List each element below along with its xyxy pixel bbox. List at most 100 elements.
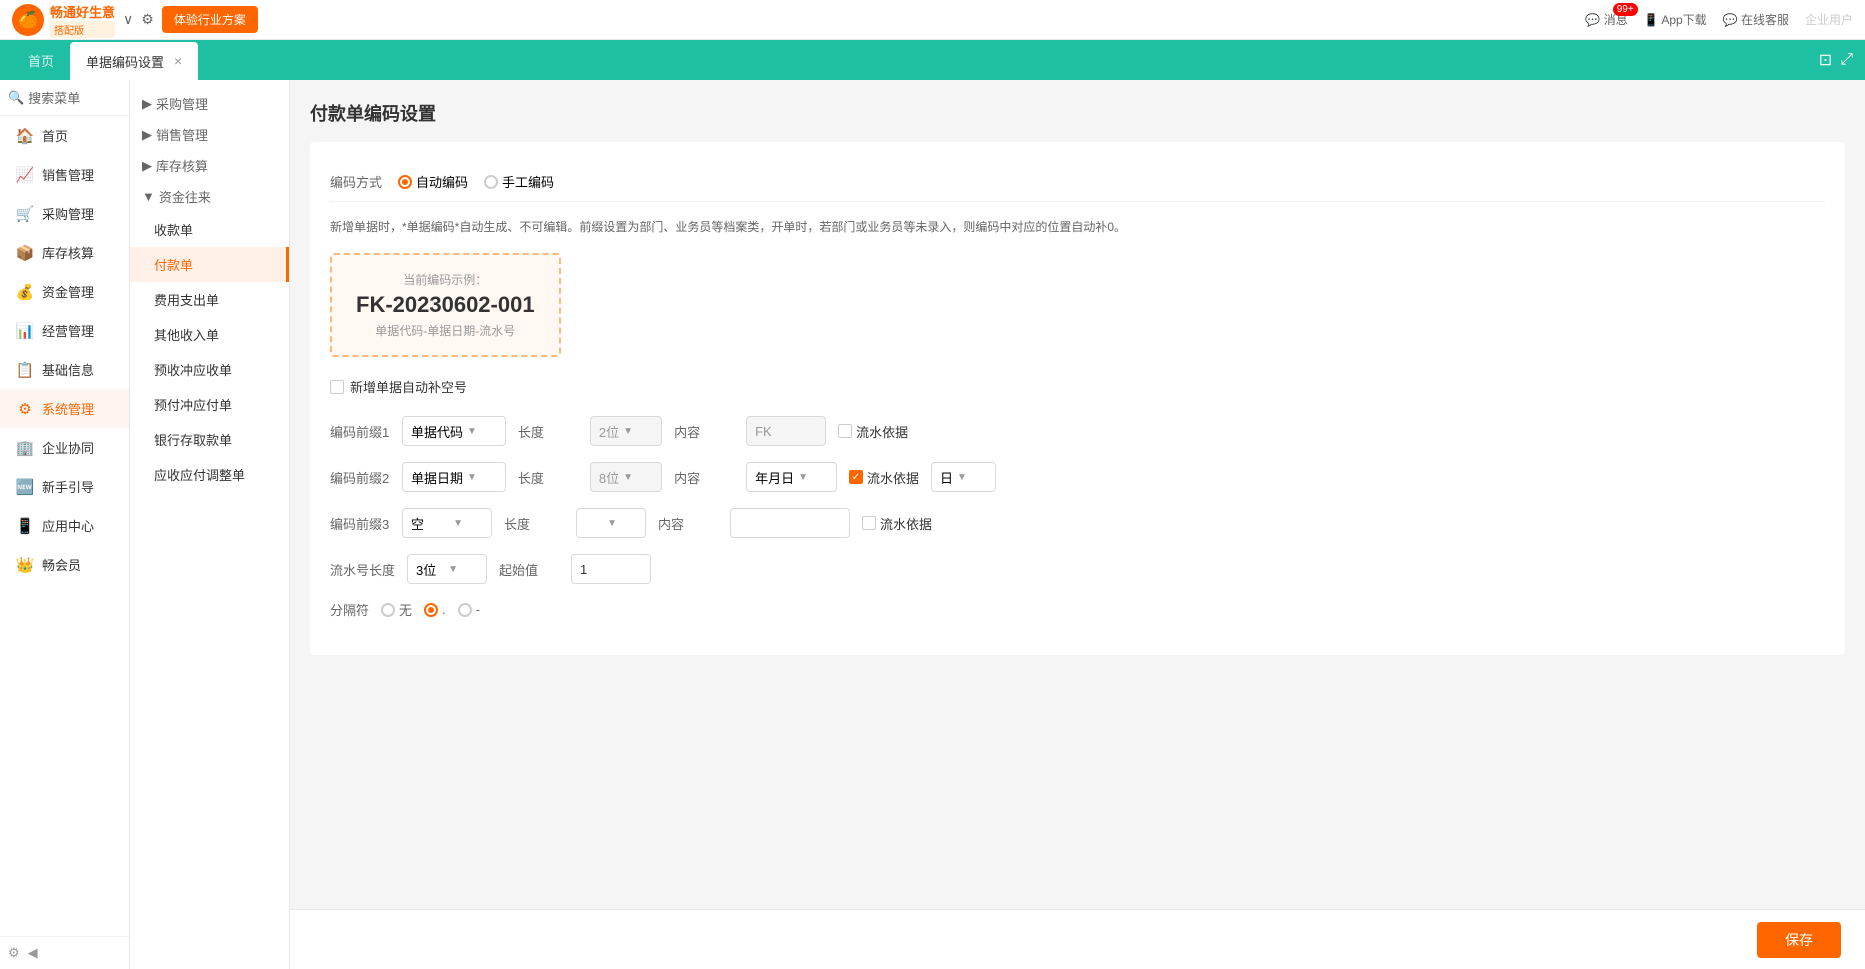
- second-sidebar-item-prepay-receive[interactable]: 预收冲应收单: [130, 352, 289, 387]
- sidebar-collapse-icon[interactable]: ◀: [28, 945, 38, 961]
- top-bar-left: 🍊 畅通好生意 搭配版 ∨ ⚙ 体验行业方案: [12, 2, 258, 38]
- sep-none-option[interactable]: 无: [381, 600, 412, 619]
- tab-expand-button[interactable]: ⤢: [1840, 51, 1853, 69]
- user-info[interactable]: 企业用户: [1805, 11, 1853, 28]
- tab-shrink-button[interactable]: ⊡: [1819, 50, 1832, 70]
- online-service[interactable]: 💬 在线客服: [1723, 11, 1789, 28]
- serial2-checkbox[interactable]: ✓: [849, 470, 863, 484]
- basics-icon: 📋: [16, 361, 34, 379]
- sidebar-item-enterprise-label: 企业协同: [42, 438, 94, 457]
- second-sidebar-group-purchase[interactable]: ▶ 采购管理: [130, 88, 289, 119]
- second-sidebar-item-other-income[interactable]: 其他收入单: [130, 317, 289, 352]
- sidebar-search[interactable]: 🔍 搜索菜单: [0, 80, 129, 116]
- length1-select[interactable]: 2位 ▼: [590, 416, 662, 446]
- radio-manual-dot: [484, 175, 498, 189]
- chevron-down-icon-finance: ▼: [142, 189, 155, 204]
- serial3-check-label[interactable]: 流水依据: [862, 514, 932, 533]
- sidebar-item-inventory-label: 库存核算: [42, 243, 94, 262]
- sidebar-item-home[interactable]: 🏠 首页: [0, 116, 129, 155]
- serial-length-arrow: ▼: [448, 564, 458, 575]
- chevron-right-icon-inv: ▶: [142, 158, 152, 174]
- content1-input: [746, 416, 826, 446]
- period-arrow: ▼: [957, 472, 967, 483]
- second-sidebar-group-finance[interactable]: ▼ 资金往来: [130, 181, 289, 212]
- top-bar-right: 💬 消息 99+ 📱 App下载 💬 在线客服 企业用户: [1585, 11, 1853, 28]
- save-button[interactable]: 保存: [1757, 922, 1841, 958]
- serial3-checkbox[interactable]: [862, 516, 876, 530]
- length3-select[interactable]: ▼: [576, 508, 646, 538]
- tab-home[interactable]: 首页: [12, 40, 70, 80]
- second-sidebar-group-inventory[interactable]: ▶ 库存核算: [130, 150, 289, 181]
- radio-group-encoding: 自动编码 手工编码: [398, 172, 554, 191]
- sep-dot-dot: [424, 603, 438, 617]
- content2-label: 内容: [674, 468, 734, 487]
- tab-encoding-settings[interactable]: 单据编码设置 ×: [70, 42, 198, 80]
- message-badge: 99+: [1613, 3, 1638, 16]
- info-text: 新增单据时，*单据编码*自动生成、不可编辑。前缀设置为部门、业务员等档案类，开单…: [330, 218, 1825, 237]
- member-icon: 👑: [16, 556, 34, 574]
- sep-dash-option[interactable]: -: [458, 602, 480, 617]
- auto-fill-checkbox[interactable]: [330, 380, 344, 394]
- second-sidebar-item-receipt[interactable]: 收款单: [130, 212, 289, 247]
- content3-input[interactable]: [730, 508, 850, 538]
- sidebar-item-guide[interactable]: 🆕 新手引导: [0, 467, 129, 506]
- second-sidebar-item-adjustment[interactable]: 应收应付调整单: [130, 457, 289, 492]
- prefix2-select[interactable]: 单据日期 ▼: [402, 462, 506, 492]
- preview-desc: 单据代码-单据日期-流水号: [356, 322, 535, 339]
- serial1-checkbox[interactable]: [838, 424, 852, 438]
- prefix3-select[interactable]: 空 ▼: [402, 508, 492, 538]
- second-sidebar-item-payment[interactable]: 付款单: [130, 247, 289, 282]
- second-sidebar-group-sales[interactable]: ▶ 销售管理: [130, 119, 289, 150]
- second-sidebar-item-prepay-pay[interactable]: 预付冲应付单: [130, 387, 289, 422]
- sidebar-item-basics[interactable]: 📋 基础信息: [0, 350, 129, 389]
- sidebar-item-inventory[interactable]: 📦 库存核算: [0, 233, 129, 272]
- length2-arrow: ▼: [623, 472, 633, 483]
- auto-fill-label: 新增单据自动补空号: [350, 377, 467, 396]
- sidebar-settings-icon[interactable]: ⚙: [8, 945, 20, 961]
- serial-row: 流水号长度 3位 ▼ 起始值: [330, 554, 1825, 584]
- app-download[interactable]: 📱 App下载: [1644, 11, 1707, 28]
- radio-auto-encode[interactable]: 自动编码: [398, 172, 468, 191]
- system-icon: ⚙: [16, 400, 34, 418]
- period-select[interactable]: 日 ▼: [931, 462, 996, 492]
- second-sidebar-item-expense[interactable]: 费用支出单: [130, 282, 289, 317]
- length1-label: 长度: [518, 422, 578, 441]
- sidebar-item-purchase[interactable]: 🛒 采购管理: [0, 194, 129, 233]
- sales-icon: 📈: [16, 166, 34, 184]
- top-bar: 🍊 畅通好生意 搭配版 ∨ ⚙ 体验行业方案 💬 消息 99+ 📱 App下载 …: [0, 0, 1865, 40]
- sidebar-item-member[interactable]: 👑 畅会员: [0, 545, 129, 584]
- sidebar-item-enterprise[interactable]: 🏢 企业协同: [0, 428, 129, 467]
- tab-close-icon[interactable]: ×: [174, 53, 182, 69]
- sidebar-item-operations[interactable]: 📊 经营管理: [0, 311, 129, 350]
- serial-length-select[interactable]: 3位 ▼: [407, 554, 487, 584]
- sidebar-item-purchase-label: 采购管理: [42, 204, 94, 223]
- prefix1-arrow: ▼: [467, 426, 477, 437]
- length2-select[interactable]: 8位 ▼: [590, 462, 662, 492]
- left-sidebar: 🔍 搜索菜单 🏠 首页 📈 销售管理 🛒 采购管理 📦 库存核算 💰 资金管理 …: [0, 80, 130, 969]
- sidebar-item-sales[interactable]: 📈 销售管理: [0, 155, 129, 194]
- prefix2-arrow: ▼: [467, 472, 477, 483]
- gear-button[interactable]: ⚙: [141, 11, 154, 28]
- sidebar-item-system[interactable]: ⚙ 系统管理: [0, 389, 129, 428]
- inventory-icon: 📦: [16, 244, 34, 262]
- preview-label: 当前编码示例：: [356, 271, 535, 288]
- prefix1-select[interactable]: 单据代码 ▼: [402, 416, 506, 446]
- second-sidebar-item-bank[interactable]: 银行存取款单: [130, 422, 289, 457]
- radio-manual-encode[interactable]: 手工编码: [484, 172, 554, 191]
- sidebar-item-home-label: 首页: [42, 126, 68, 145]
- prefix2-row: 编码前缀2 单据日期 ▼ 长度 8位 ▼ 内容 年月日 ▼: [330, 462, 1825, 492]
- chevron-button[interactable]: ∨: [123, 11, 133, 28]
- serial1-check-label[interactable]: 流水依据: [838, 422, 908, 441]
- sidebar-item-finance[interactable]: 💰 资金管理: [0, 272, 129, 311]
- prefix3-arrow: ▼: [453, 518, 463, 529]
- home-icon: 🏠: [16, 127, 34, 145]
- content2-select[interactable]: 年月日 ▼: [746, 462, 837, 492]
- promo-button[interactable]: 体验行业方案: [162, 6, 258, 33]
- purchase-icon: 🛒: [16, 205, 34, 223]
- message-icon[interactable]: 💬 消息 99+: [1585, 11, 1627, 28]
- sidebar-item-apps[interactable]: 📱 应用中心: [0, 506, 129, 545]
- sep-dot-option[interactable]: .: [424, 602, 446, 617]
- serial2-check-label[interactable]: ✓ 流水依据: [849, 468, 919, 487]
- start-value-input[interactable]: [571, 554, 651, 584]
- preview-box: 当前编码示例： FK-20230602-001 单据代码-单据日期-流水号: [330, 253, 561, 357]
